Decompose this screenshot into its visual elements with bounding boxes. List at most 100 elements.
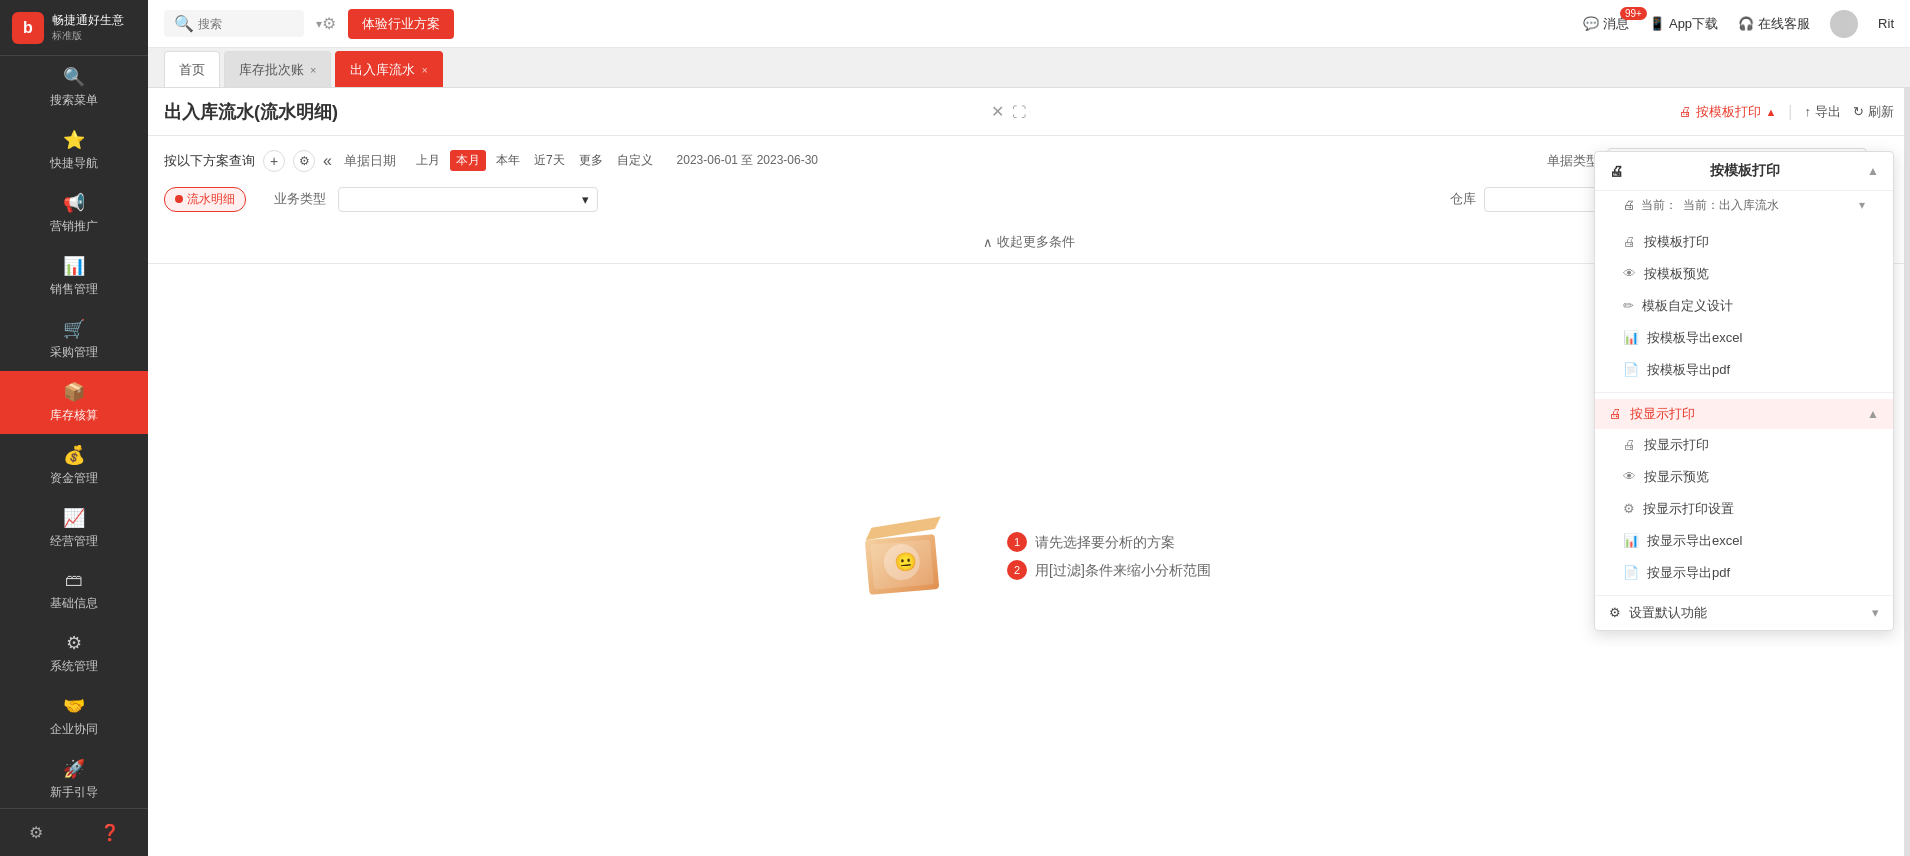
logo-text-block: 畅捷通好生意 标准版 [52, 12, 124, 43]
sidebar-item-guide[interactable]: 🚀 新手引导 [0, 748, 148, 808]
right-resize-bar[interactable] [1904, 88, 1910, 856]
display-print-section: 🖨 按显示打印 ▲ 🖨 按显示打印 👁 按显示预览 [1595, 393, 1893, 596]
partner-icon: 🤝 [63, 695, 85, 717]
topbar-gear-icon[interactable]: ⚙ [322, 14, 336, 33]
refresh-icon: ↻ [1853, 104, 1864, 119]
inventory-icon: 📦 [63, 381, 85, 403]
topbar-app-download[interactable]: 📱 App下载 [1649, 15, 1718, 33]
tab-batch-ledger[interactable]: 库存批次账 × [224, 51, 331, 87]
dp-template-preview-label: 按模板预览 [1644, 265, 1709, 283]
filter-setting-icon[interactable]: ⚙ [293, 150, 315, 172]
tab-batch-ledger-close[interactable]: × [310, 64, 316, 76]
dp-disp-printer-icon: 🖨 [1623, 437, 1636, 452]
export-button[interactable]: ↑ 导出 [1804, 103, 1841, 121]
sidebar: b 畅捷通好生意 标准版 🔍 搜索菜单 ⭐ 快捷导航 📢 营销推广 📊 销售管理… [0, 0, 148, 856]
topbar-service[interactable]: 🎧 在线客服 [1738, 15, 1810, 33]
star-icon: ⭐ [63, 129, 85, 151]
dp-display-print-settings-label: 按显示打印设置 [1643, 500, 1734, 518]
sidebar-label-shortcut: 快捷导航 [50, 155, 98, 172]
empty-step-2: 2 用[过滤]条件来缩小分析范围 [1007, 560, 1211, 580]
tabs-bar: 首页 库存批次账 × 出入库流水 × [148, 48, 1910, 88]
display-print-section-header[interactable]: 🖨 按显示打印 ▲ [1595, 399, 1893, 429]
sidebar-help-btn[interactable]: ❓ [100, 823, 120, 842]
topbar-username[interactable]: Rit [1878, 16, 1894, 31]
date-shortcut-more[interactable]: 更多 [575, 150, 607, 171]
page-expand-button[interactable]: ⛶ [1012, 104, 1026, 120]
tab-inout-flow[interactable]: 出入库流水 × [335, 51, 442, 87]
dropdown-chevron[interactable]: ▲ [1867, 164, 1879, 178]
template-print-label: 按模板打印 [1696, 103, 1761, 121]
logo-title: 畅捷通好生意 [52, 12, 124, 29]
page-title: 出入库流水(流水明细) [164, 100, 338, 124]
dp-pdf-icon: 📄 [1623, 362, 1639, 377]
sidebar-item-search[interactable]: 🔍 搜索菜单 [0, 56, 148, 119]
sidebar-item-basic[interactable]: 🗃 基础信息 [0, 560, 148, 622]
date-shortcut-this-month[interactable]: 本月 [450, 150, 486, 171]
sidebar-item-system[interactable]: ⚙ 系统管理 [0, 622, 148, 685]
dp-template-customize-item[interactable]: ✏ 模板自定义设计 [1595, 290, 1893, 322]
date-shortcut-this-year[interactable]: 本年 [492, 150, 524, 171]
sidebar-settings-btn[interactable]: ⚙ [29, 823, 43, 842]
dp-display-export-pdf-item[interactable]: 📄 按显示导出pdf [1595, 557, 1893, 589]
dp-display-export-excel-item[interactable]: 📊 按显示导出excel [1595, 525, 1893, 557]
dp-template-export-excel-item[interactable]: 📊 按模板导出excel [1595, 322, 1893, 354]
dp-display-print-settings-item[interactable]: ⚙ 按显示打印设置 [1595, 493, 1893, 525]
voucher-type-label: 单据类型 [1547, 152, 1599, 170]
dp-display-export-excel-label: 按显示导出excel [1647, 532, 1742, 550]
chevron-up-icon: ▲ [1765, 106, 1776, 118]
dp-disp-settings-icon: ⚙ [1623, 501, 1635, 516]
sidebar-item-partner[interactable]: 🤝 企业协同 [0, 685, 148, 748]
filter-add-button[interactable]: + [263, 150, 285, 172]
date-shortcut-last-month[interactable]: 上月 [412, 150, 444, 171]
sidebar-item-shortcut[interactable]: ⭐ 快捷导航 [0, 119, 148, 182]
sidebar-item-marketing[interactable]: 📢 营销推广 [0, 182, 148, 245]
step-text-1: 请先选择要分析的方案 [1035, 532, 1175, 552]
biz-type-select[interactable]: ▾ [338, 187, 598, 212]
filter-scheme-label: 按以下方案查询 [164, 152, 255, 170]
template-print-dropdown: 🖨 按模板打印 ▲ 🖨 当前： 当前：出入库流水 ▾ 🖨 [1594, 151, 1894, 631]
tab-home[interactable]: 首页 [164, 51, 220, 87]
page-close-button[interactable]: ✕ [991, 102, 1004, 121]
topbar-message[interactable]: 💬 消息 99+ [1583, 15, 1629, 33]
sidebar-label-operations: 经营管理 [50, 533, 98, 550]
sidebar-label-basic: 基础信息 [50, 595, 98, 612]
dp-excel-icon: 📊 [1623, 330, 1639, 345]
collapse-button[interactable]: ∧ 收起更多条件 [983, 233, 1075, 251]
refresh-button[interactable]: ↻ 刷新 [1853, 103, 1894, 121]
sidebar-item-purchase[interactable]: 🛒 采购管理 [0, 308, 148, 371]
sidebar-item-sales[interactable]: 📊 销售管理 [0, 245, 148, 308]
sidebar-item-finance[interactable]: 💰 资金管理 [0, 434, 148, 497]
dp-template-print-label: 按模板打印 [1644, 233, 1709, 251]
tab-inout-flow-close[interactable]: × [421, 64, 427, 76]
sidebar-item-inventory[interactable]: 📦 库存核算 [0, 371, 148, 434]
date-shortcut-custom[interactable]: 自定义 [613, 150, 657, 171]
topbar-search-box[interactable]: 🔍 [164, 10, 304, 37]
page-actions: 🖨 按模板打印 ▲ | ↑ 导出 ↻ 刷新 🖨 按模板打印 [1679, 103, 1894, 121]
dp-footer-icon: ⚙ [1609, 605, 1621, 620]
display-print-section-label: 按显示打印 [1630, 405, 1695, 423]
sidebar-item-operations[interactable]: 📈 经营管理 [0, 497, 148, 560]
dp-display-preview-item[interactable]: 👁 按显示预览 [1595, 461, 1893, 493]
dp-template-print-item[interactable]: 🖨 按模板打印 [1595, 226, 1893, 258]
dropdown-footer[interactable]: ⚙ 设置默认功能 ▾ [1595, 596, 1893, 630]
search-icon: 🔍 [174, 14, 194, 33]
current-label: 当前： [1641, 197, 1677, 214]
filter-collapse-icon[interactable]: « [323, 152, 332, 170]
search-input[interactable] [198, 17, 298, 31]
topbar-right: 💬 消息 99+ 📱 App下载 🎧 在线客服 Rit [1583, 10, 1894, 38]
topbar-avatar[interactable] [1830, 10, 1858, 38]
dropdown-title: 按模板打印 [1710, 162, 1780, 180]
template-print-button[interactable]: 🖨 按模板打印 ▲ [1679, 103, 1776, 121]
content-area: 出入库流水(流水明细) ✕ ⛶ 🖨 按模板打印 ▲ | ↑ 导出 ↻ 刷新 [148, 88, 1910, 856]
dp-footer-chevron: ▾ [1872, 605, 1879, 620]
sidebar-label-inventory: 库存核算 [50, 407, 98, 424]
dp-display-print-item[interactable]: 🖨 按显示打印 [1595, 429, 1893, 461]
app-download-label: App下载 [1669, 15, 1718, 33]
saved-filter-tag[interactable]: 流水明细 [164, 187, 246, 212]
industry-btn[interactable]: 体验行业方案 [348, 9, 454, 39]
dp-template-preview-item[interactable]: 👁 按模板预览 [1595, 258, 1893, 290]
dp-template-export-pdf-item[interactable]: 📄 按模板导出pdf [1595, 354, 1893, 386]
date-shortcut-7days[interactable]: 近7天 [530, 150, 569, 171]
dp-template-export-pdf-label: 按模板导出pdf [1647, 361, 1730, 379]
date-range-display: 2023-06-01 至 2023-06-30 [677, 152, 818, 169]
